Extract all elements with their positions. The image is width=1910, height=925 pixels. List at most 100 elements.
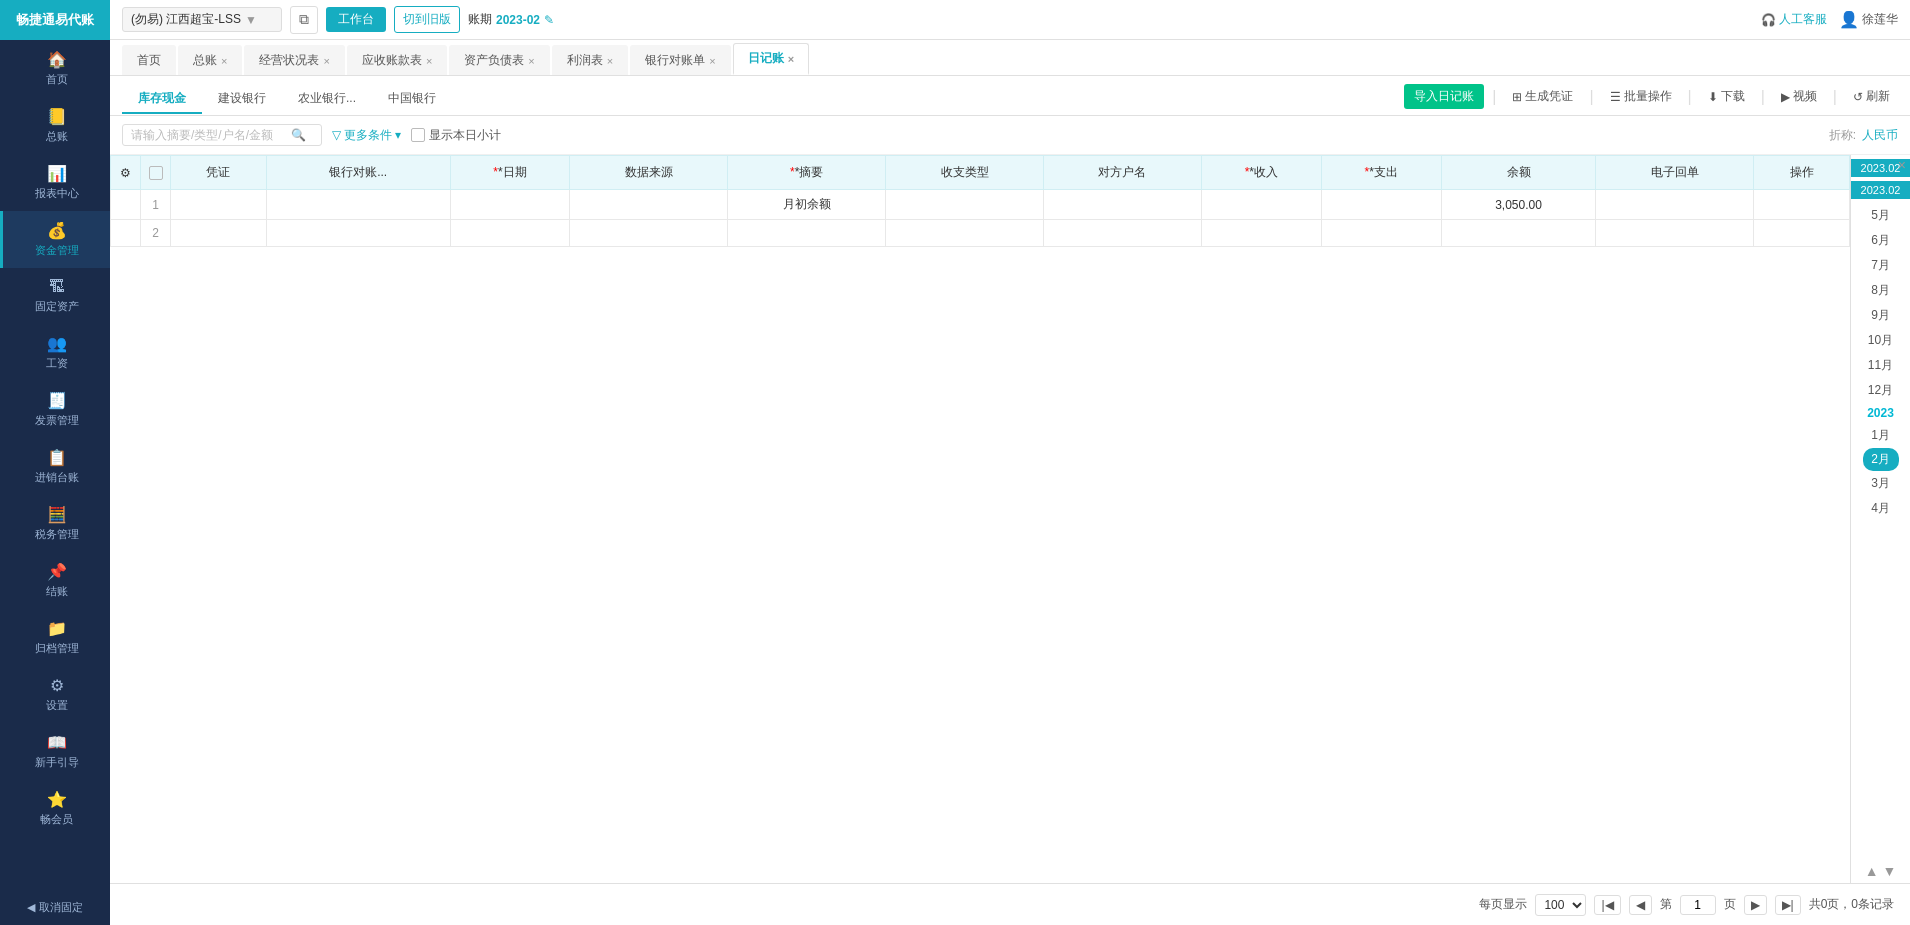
workbench-button[interactable]: 工作台 <box>326 7 386 32</box>
sidebar-item-ledger[interactable]: 📒 总账 <box>0 97 110 154</box>
old-version-button[interactable]: 切到旧版 <box>394 6 460 33</box>
tab-receivable[interactable]: 应收账款表 × <box>347 45 447 75</box>
page-number-input[interactable] <box>1680 895 1716 915</box>
tab-profit[interactable]: 利润表 × <box>552 45 628 75</box>
date-month-2023-1[interactable]: 1月 <box>1851 423 1910 448</box>
sub-tab-construction-bank[interactable]: 建设银行 <box>202 85 282 114</box>
show-subtotal-checkbox[interactable] <box>411 128 425 142</box>
sub-tab-agriculture-bank[interactable]: 农业银行... <box>282 85 372 114</box>
search-box[interactable]: 🔍 <box>122 124 322 146</box>
sidebar-item-tax[interactable]: 🧮 税务管理 <box>0 495 110 552</box>
sub-tab-cash[interactable]: 库存现金 <box>122 85 202 114</box>
sidebar-item-member[interactable]: ⭐ 畅会员 <box>0 780 110 837</box>
tab-journal[interactable]: 日记账 × <box>733 43 809 75</box>
tab-business-close[interactable]: × <box>323 55 329 67</box>
cell-income-type <box>886 190 1044 220</box>
th-bank-match: 银行对账... <box>266 156 450 190</box>
cell-balance: 3,050.00 <box>1441 190 1596 220</box>
cell-source <box>570 190 728 220</box>
sidebar-item-settle[interactable]: 📌 结账 <box>0 552 110 609</box>
page-unit: 页 <box>1724 896 1736 913</box>
first-page-button[interactable]: |◀ <box>1594 895 1620 915</box>
page-size-select[interactable]: 20 50 100 200 <box>1535 894 1586 916</box>
home-icon: 🏠 <box>47 50 67 69</box>
download-button[interactable]: ⬇ 下载 <box>1700 85 1753 108</box>
sidebar-item-guide[interactable]: 📖 新手引导 <box>0 723 110 780</box>
sidebar-item-reports[interactable]: 📊 报表中心 <box>0 154 110 211</box>
batch-operation-button[interactable]: ☰ 批量操作 <box>1602 85 1680 108</box>
date-month-12[interactable]: 12月 <box>1851 378 1910 403</box>
date-panel-next-icon[interactable]: ▼ <box>1883 863 1897 879</box>
more-filter-button[interactable]: ▽ 更多条件 ▾ <box>332 127 401 144</box>
sidebar-item-payroll[interactable]: 👥 工资 <box>0 324 110 381</box>
cell-summary <box>728 220 886 247</box>
tab-bank-statement[interactable]: 银行对账单 × <box>630 45 730 75</box>
th-check[interactable] <box>141 156 171 190</box>
tab-balance-sheet-close[interactable]: × <box>528 55 534 67</box>
import-journal-button[interactable]: 导入日记账 <box>1404 84 1484 109</box>
date-month-8[interactable]: 8月 <box>1851 278 1910 303</box>
tab-ledger-label: 总账 <box>193 52 217 69</box>
sidebar-unpin[interactable]: ◀ 取消固定 <box>0 890 110 925</box>
currency-display: 折称: 人民币 <box>1829 127 1898 144</box>
cell-check: 1 <box>141 190 171 220</box>
tab-bank-statement-label: 银行对账单 <box>645 52 705 69</box>
sub-tab-china-bank[interactable]: 中国银行 <box>372 85 452 114</box>
date-month-5[interactable]: 5月 <box>1851 203 1910 228</box>
tab-ledger[interactable]: 总账 × <box>178 45 242 75</box>
voucher-icon: ⊞ <box>1512 90 1522 104</box>
prev-page-button[interactable]: ◀ <box>1629 895 1652 915</box>
date-month-9[interactable]: 9月 <box>1851 303 1910 328</box>
sidebar-item-fixed-assets[interactable]: 🏗 固定资产 <box>0 268 110 324</box>
sidebar-item-home[interactable]: 🏠 首页 <box>0 40 110 97</box>
cell-e-statement <box>1596 220 1754 247</box>
sidebar-item-invoice[interactable]: 🧾 发票管理 <box>0 381 110 438</box>
date-month-11[interactable]: 11月 <box>1851 353 1910 378</box>
sidebar-item-settings[interactable]: ⚙ 设置 <box>0 666 110 723</box>
date-panel-close-button[interactable]: × <box>1898 157 1906 173</box>
tab-bank-statement-close[interactable]: × <box>709 55 715 67</box>
tab-profit-close[interactable]: × <box>607 55 613 67</box>
date-month-6[interactable]: 6月 <box>1851 228 1910 253</box>
tab-bar: 首页 总账 × 经营状况表 × 应收账款表 × 资产负债表 × 利润表 × 银行… <box>110 40 1910 76</box>
date-month-2023-4[interactable]: 4月 <box>1851 496 1910 521</box>
video-button[interactable]: ▶ 视频 <box>1773 85 1825 108</box>
generate-voucher-button[interactable]: ⊞ 生成凭证 <box>1504 85 1581 108</box>
tab-home[interactable]: 首页 <box>122 45 176 75</box>
sidebar-item-capital[interactable]: 💰 资金管理 <box>0 211 110 268</box>
date-month-2023-2[interactable]: 2月 <box>1863 448 1899 471</box>
currency-value[interactable]: 人民币 <box>1862 127 1898 144</box>
th-settings[interactable]: ⚙ <box>111 156 141 190</box>
company-copy-button[interactable]: ⧉ <box>290 6 318 34</box>
sidebar-label-tax: 税务管理 <box>35 527 79 542</box>
refresh-button[interactable]: ↺ 刷新 <box>1845 85 1898 108</box>
date-panel-prev-icon[interactable]: ▲ <box>1865 863 1879 879</box>
period-edit-icon[interactable]: ✎ <box>544 13 554 27</box>
th-expense: **支出 <box>1321 156 1441 190</box>
cell-expense <box>1321 220 1441 247</box>
date-panel-year-row-2: 2023.02 <box>1851 181 1910 199</box>
last-page-button[interactable]: ▶| <box>1775 895 1801 915</box>
sidebar-item-sales[interactable]: 📋 进销台账 <box>0 438 110 495</box>
select-all-checkbox[interactable] <box>149 166 163 180</box>
show-subtotal-toggle[interactable]: 显示本日小计 <box>411 127 501 144</box>
settle-icon: 📌 <box>47 562 67 581</box>
date-month-7[interactable]: 7月 <box>1851 253 1910 278</box>
next-page-button[interactable]: ▶ <box>1744 895 1767 915</box>
date-month-2023-3[interactable]: 3月 <box>1851 471 1910 496</box>
tab-ledger-close[interactable]: × <box>221 55 227 67</box>
sales-icon: 📋 <box>47 448 67 467</box>
company-selector[interactable]: (勿易) 江西超宝-LSS ▼ <box>122 7 282 32</box>
sidebar-item-archive[interactable]: 📁 归档管理 <box>0 609 110 666</box>
sidebar-label-capital: 资金管理 <box>35 243 79 258</box>
search-input[interactable] <box>131 128 291 142</box>
tab-journal-label: 日记账 <box>748 50 784 67</box>
user-menu[interactable]: 👤 徐莲华 <box>1839 10 1898 29</box>
tab-receivable-close[interactable]: × <box>426 55 432 67</box>
tab-balance-sheet[interactable]: 资产负债表 × <box>449 45 549 75</box>
tab-journal-close[interactable]: × <box>788 53 794 65</box>
tab-business[interactable]: 经营状况表 × <box>244 45 344 75</box>
toolbar-buttons: 导入日记账 | ⊞ 生成凭证 | ☰ 批量操作 | ⬇ 下载 | ▶ <box>1404 84 1898 115</box>
date-month-10[interactable]: 10月 <box>1851 328 1910 353</box>
customer-service-button[interactable]: 🎧 人工客服 <box>1761 11 1827 28</box>
